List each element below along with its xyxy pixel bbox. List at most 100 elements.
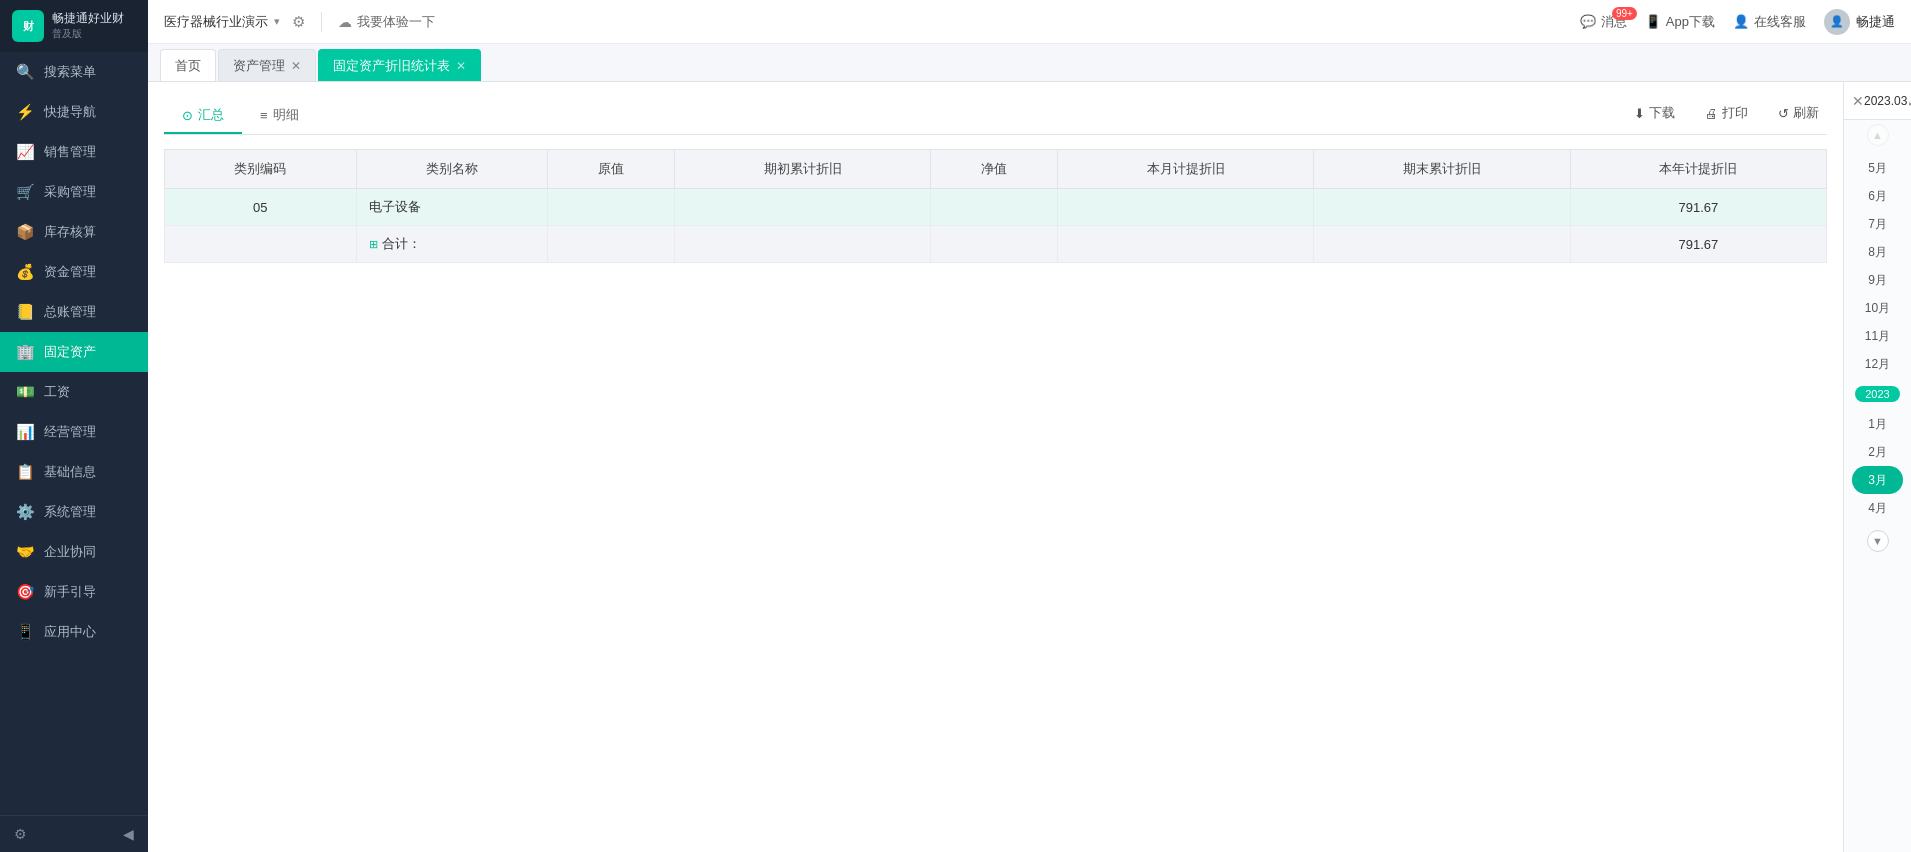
- sidebar-item-ops[interactable]: 📊 经营管理: [0, 412, 148, 452]
- total-original: [548, 226, 675, 263]
- sidebar-icon-ledger: 📒: [16, 303, 34, 321]
- download-btn[interactable]: ⬇ 下载: [1626, 100, 1683, 126]
- month-8[interactable]: 8月: [1844, 238, 1911, 266]
- sidebar-label-collab: 企业协同: [44, 543, 96, 561]
- cell-period-end-dep: [1314, 189, 1570, 226]
- topbar-gear-icon[interactable]: ⚙: [292, 13, 305, 31]
- month-7[interactable]: 7月: [1844, 210, 1911, 238]
- tab-bar: 首页 资产管理 ✕ 固定资产折旧统计表 ✕: [148, 44, 1911, 82]
- refresh-btn[interactable]: ↺ 刷新: [1770, 100, 1827, 126]
- sidebar-item-sales[interactable]: 📈销售管理: [0, 132, 148, 172]
- tab-home[interactable]: 首页: [160, 49, 216, 81]
- cell-net-value: [931, 189, 1058, 226]
- cell-name: 电子设备: [356, 189, 548, 226]
- tab-asset-mgmt-close-icon[interactable]: ✕: [291, 59, 301, 73]
- sidebar-label-quicknav: 快捷导航: [44, 103, 96, 121]
- month-5[interactable]: 5月: [1844, 154, 1911, 182]
- customer-service-btn[interactable]: 👤 在线客服: [1733, 13, 1806, 31]
- sidebar-label-funds: 资金管理: [44, 263, 96, 281]
- topbar-right: 💬 消息 99+ 📱 App下载 👤 在线客服 👤 畅捷通: [1580, 9, 1895, 35]
- sidebar-icon-funds: 💰: [16, 263, 34, 281]
- sidebar-icon-ops: 📊: [16, 423, 34, 441]
- sidebar-item-funds[interactable]: 💰 资金管理: [0, 252, 148, 292]
- tab-asset-mgmt-label: 资产管理: [233, 57, 285, 75]
- year-marker-row: 2023: [1855, 386, 1899, 402]
- sidebar-item-fixed-assets[interactable]: 🏢固定资产: [0, 332, 148, 372]
- month-3[interactable]: 3月: [1852, 466, 1903, 494]
- year-marker[interactable]: 2023: [1855, 386, 1899, 402]
- tab-depreciation-stats-close-icon[interactable]: ✕: [456, 59, 466, 73]
- sidebar-label-purchase: 采购管理: [44, 183, 96, 201]
- company-selector[interactable]: 医疗器械行业演示 ▾: [164, 13, 280, 31]
- tab-depreciation-stats[interactable]: 固定资产折旧统计表 ✕: [318, 49, 481, 81]
- sidebar-item-basic[interactable]: 📋基础信息: [0, 452, 148, 492]
- sidebar-icon-basic: 📋: [16, 463, 34, 481]
- sidebar-item-collab[interactable]: 🤝 企业协同: [0, 532, 148, 572]
- date-panel: ✕ 2023.03 ⤢ ▲ 5月 6月 7月 8月 9月 10月 11月 12月: [1843, 82, 1911, 852]
- sidebar-item-payroll[interactable]: 💵 工资: [0, 372, 148, 412]
- subtab-summary[interactable]: ⊙ 汇总: [164, 98, 242, 134]
- sidebar-item-apps[interactable]: 📱应用中心: [0, 612, 148, 652]
- scroll-down-btn[interactable]: ▼: [1867, 530, 1889, 552]
- sidebar-item-guide[interactable]: 🎯新手引导: [0, 572, 148, 612]
- app-download-btn[interactable]: 📱 App下载: [1645, 13, 1715, 31]
- month-6[interactable]: 6月: [1844, 182, 1911, 210]
- sidebar-item-quicknav[interactable]: ⚡快捷导航: [0, 92, 148, 132]
- summary-icon: ⊙: [182, 108, 193, 123]
- experience-btn[interactable]: ☁ 我要体验一下: [338, 13, 435, 31]
- sidebar-item-purchase[interactable]: 🛒采购管理: [0, 172, 148, 212]
- download-icon: ⬇: [1634, 106, 1645, 121]
- tab-asset-mgmt[interactable]: 资产管理 ✕: [218, 49, 316, 81]
- total-net-value: [931, 226, 1058, 263]
- customer-service-label: 在线客服: [1754, 13, 1806, 31]
- table-row[interactable]: 05 电子设备 791.67: [165, 189, 1827, 226]
- settings-icon[interactable]: ⚙: [14, 826, 27, 842]
- month-2[interactable]: 2月: [1844, 438, 1911, 466]
- subtab-summary-label: 汇总: [198, 106, 224, 124]
- month-1[interactable]: 1月: [1844, 410, 1911, 438]
- subtab-bar: ⊙ 汇总 ≡ 明细: [164, 98, 317, 134]
- refresh-icon: ↺: [1778, 106, 1789, 121]
- sidebar-icon-system: ⚙️: [16, 503, 34, 521]
- detail-icon: ≡: [260, 108, 268, 123]
- sidebar-item-ledger[interactable]: 📒总账管理: [0, 292, 148, 332]
- user-avatar: 👤: [1824, 9, 1850, 35]
- month-9[interactable]: 9月: [1844, 266, 1911, 294]
- sidebar-label-payroll: 工资: [44, 383, 70, 401]
- sidebar-label-sales: 销售管理: [44, 143, 96, 161]
- sidebar-item-search[interactable]: 🔍 搜索菜单: [0, 52, 148, 92]
- sidebar-icon-payroll: 💵: [16, 383, 34, 401]
- month-10[interactable]: 10月: [1844, 294, 1911, 322]
- messages-btn[interactable]: 💬 消息 99+: [1580, 13, 1627, 31]
- sidebar-label-guide: 新手引导: [44, 583, 96, 601]
- sidebar-label-fixed-assets: 固定资产: [44, 343, 96, 361]
- scroll-up-btn[interactable]: ▲: [1867, 124, 1889, 146]
- user-menu[interactable]: 👤 畅捷通: [1824, 9, 1895, 35]
- sidebar-label-ops: 经营管理: [44, 423, 96, 441]
- sidebar-item-system[interactable]: ⚙️ 系统管理: [0, 492, 148, 532]
- depreciation-table-container: 类别编码 类别名称 原值 期初累计折旧 净值 本月计提折旧 期末累计折旧 本年计…: [164, 149, 1827, 836]
- subtab-detail[interactable]: ≡ 明细: [242, 98, 317, 134]
- date-panel-close-icon[interactable]: ✕: [1852, 93, 1864, 109]
- collapse-icon[interactable]: ◀: [123, 826, 134, 842]
- print-btn[interactable]: 🖨 打印: [1697, 100, 1756, 126]
- user-name: 畅捷通: [1856, 13, 1895, 31]
- refresh-label: 刷新: [1793, 104, 1819, 122]
- date-panel-expand-icon[interactable]: ⤢: [1907, 93, 1911, 109]
- tab-home-label: 首页: [175, 57, 201, 75]
- sidebar-icon-search: 🔍: [16, 63, 34, 81]
- sidebar-label-search: 搜索菜单: [44, 63, 96, 81]
- sidebar-label-apps: 应用中心: [44, 623, 96, 641]
- download-label: 下载: [1649, 104, 1675, 122]
- sidebar-icon-collab: 🤝: [16, 543, 34, 561]
- cell-code: 05: [165, 189, 357, 226]
- messages-badge: 99+: [1612, 7, 1637, 20]
- month-12[interactable]: 12月: [1844, 350, 1911, 378]
- sidebar-label-system: 系统管理: [44, 503, 96, 521]
- sidebar-item-inventory[interactable]: 📦库存核算: [0, 212, 148, 252]
- scroll-down-area: ▼: [1867, 526, 1889, 556]
- month-11[interactable]: 11月: [1844, 322, 1911, 350]
- month-list-after: 1月 2月 3月 4月: [1844, 406, 1911, 526]
- logo-sub: 普及版: [52, 27, 124, 41]
- month-4[interactable]: 4月: [1844, 494, 1911, 522]
